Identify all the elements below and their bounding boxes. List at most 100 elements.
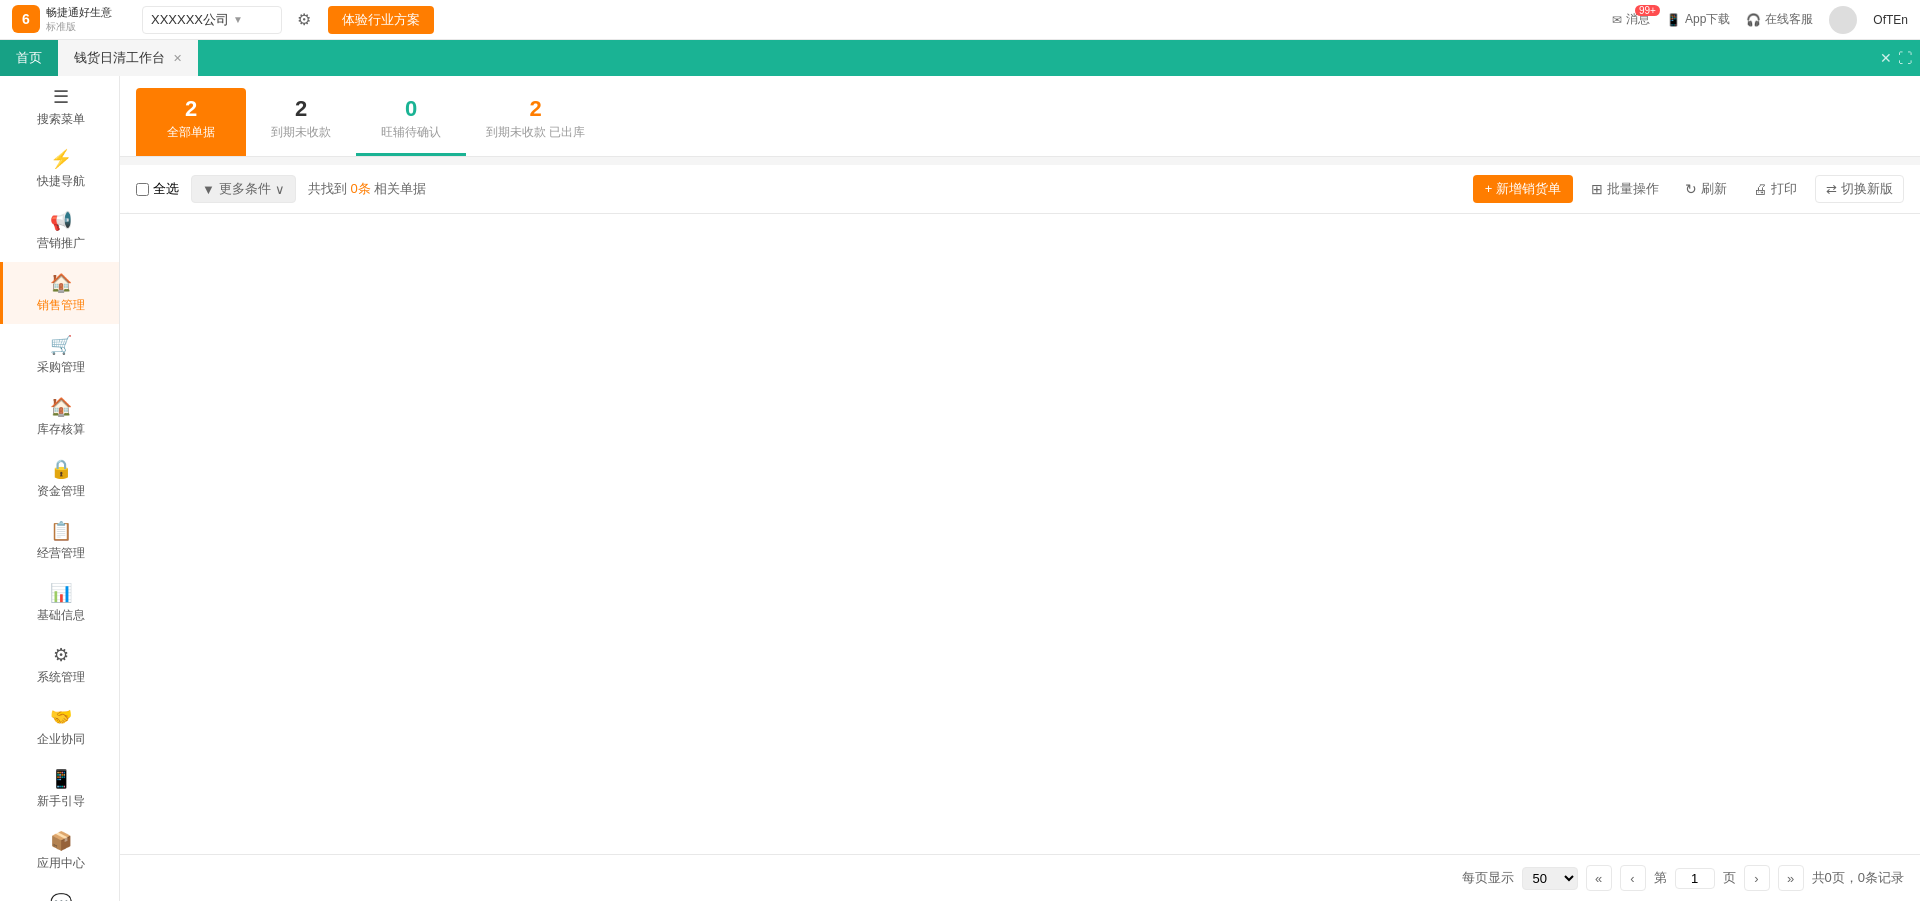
refresh-label: 刷新 (1701, 180, 1727, 198)
last-page-button[interactable]: » (1778, 865, 1804, 891)
sidebar-item-label: 应用中心 (37, 855, 85, 872)
inventory-icon: 🏠 (50, 396, 72, 418)
sidebar-item-operation[interactable]: 📋 经营管理 (0, 510, 119, 572)
sidebar-item-basic[interactable]: 📊 基础信息 (0, 572, 119, 634)
stat-num-all: 2 (156, 96, 226, 122)
page-label: 第 (1654, 869, 1667, 887)
trial-button[interactable]: 体验行业方案 (328, 6, 434, 34)
prev-page-button[interactable]: ‹ (1620, 865, 1646, 891)
select-all-label: 全选 (153, 180, 179, 198)
basic-icon: 📊 (50, 582, 72, 604)
online-service-icon: 🎧 (1746, 13, 1761, 27)
toolbar-right: + 新增销货单 ⊞ 批量操作 ↻ 刷新 🖨 打印 ⇄ 切换新版 (1473, 175, 1904, 203)
avatar[interactable] (1829, 6, 1857, 34)
next-page-button[interactable]: › (1744, 865, 1770, 891)
stat-tab-overdue-shipped[interactable]: 2 到期未收款 已出库 (466, 88, 605, 156)
sidebar-item-app-center[interactable]: 📦 应用中心 (0, 820, 119, 882)
stat-tab-overdue[interactable]: 2 到期未收款 (246, 88, 356, 156)
wechat-icon: 💬 (50, 892, 72, 901)
top-header: 6 畅捷通好生意 标准版 XXXXXX公司 ▼ ⚙ 体验行业方案 ✉ 消息 99… (0, 0, 1920, 40)
operation-icon: 📋 (50, 520, 72, 542)
batch-icon: ⊞ (1591, 181, 1603, 197)
marketing-icon: 📢 (50, 210, 72, 232)
sidebar-item-quick-nav[interactable]: ⚡ 快捷导航 (0, 138, 119, 200)
sidebar-item-label: 快捷导航 (37, 173, 85, 190)
batch-operation-button[interactable]: ⊞ 批量操作 (1583, 176, 1667, 202)
stat-tab-all[interactable]: 2 全部单据 (136, 88, 246, 156)
tab-bar-expand-icon[interactable]: ⛶ (1898, 50, 1912, 66)
sidebar-item-inventory[interactable]: 🏠 库存核算 (0, 386, 119, 448)
stat-label-overdue: 到期未收款 (266, 124, 336, 141)
search-menu-icon: ☰ (53, 86, 69, 108)
filter-button[interactable]: ▼ 更多条件 ∨ (191, 175, 296, 203)
system-icon: ⚙ (53, 644, 69, 666)
select-all-input[interactable] (136, 183, 149, 196)
sidebar-item-label: 营销推广 (37, 235, 85, 252)
sales-icon: 🏠 (50, 272, 72, 294)
tab-workspace[interactable]: 钱货日清工作台 ✕ (58, 40, 198, 76)
page-size-label: 每页显示 (1462, 869, 1514, 887)
sidebar-item-wechat[interactable]: 💬 企业微信 (0, 882, 119, 901)
app-download-button[interactable]: 📱 App下载 (1666, 11, 1730, 28)
sidebar-item-search-menu[interactable]: ☰ 搜索菜单 (0, 76, 119, 138)
sidebar-item-label: 经营管理 (37, 545, 85, 562)
filter-arrow-icon: ∨ (275, 182, 285, 197)
online-service-button[interactable]: 🎧 在线客服 (1746, 11, 1813, 28)
result-text: 共找到 0条 相关单据 (308, 180, 426, 198)
logo-text-block: 畅捷通好生意 标准版 (46, 5, 112, 33)
company-name: XXXXXX公司 (151, 11, 229, 29)
pagination-bar: 每页显示 20 50 100 « ‹ 第 页 › » 共0页，0条记录 (120, 854, 1920, 901)
sidebar-item-label: 采购管理 (37, 359, 85, 376)
page-input[interactable] (1675, 868, 1715, 889)
print-icon: 🖨 (1753, 181, 1767, 197)
sidebar-item-label: 资金管理 (37, 483, 85, 500)
sidebar-item-sales[interactable]: 🏠 销售管理 (0, 262, 119, 324)
result-count: 0条 (351, 181, 371, 196)
sidebar-item-label: 库存核算 (37, 421, 85, 438)
refresh-button[interactable]: ↻ 刷新 (1677, 176, 1735, 202)
total-label: 共0页，0条记录 (1812, 869, 1904, 887)
purchase-icon: 🛒 (50, 334, 72, 356)
company-selector[interactable]: XXXXXX公司 ▼ (142, 6, 282, 34)
sidebar-item-guide[interactable]: 📱 新手引导 (0, 758, 119, 820)
sidebar-item-purchase[interactable]: 🛒 采购管理 (0, 324, 119, 386)
stat-label-overdue-shipped: 到期未收款 已出库 (486, 124, 585, 141)
sidebar-item-cooperation[interactable]: 🤝 企业协同 (0, 696, 119, 758)
message-icon: ✉ (1612, 13, 1622, 27)
page-label-end: 页 (1723, 869, 1736, 887)
message-button[interactable]: ✉ 消息 99+ (1612, 11, 1650, 28)
username-label[interactable]: OfTEn (1873, 13, 1908, 27)
sidebar-item-label: 基础信息 (37, 607, 85, 624)
logo-app-name: 畅捷通好生意 (46, 5, 112, 19)
switch-icon: ⇄ (1826, 182, 1837, 197)
finance-icon: 🔒 (50, 458, 72, 480)
stat-num-overdue-shipped: 2 (486, 96, 585, 122)
filter-icon: ▼ (202, 182, 215, 197)
sidebar-item-system[interactable]: ⚙ 系统管理 (0, 634, 119, 696)
first-page-button[interactable]: « (1586, 865, 1612, 891)
sidebar-item-label: 新手引导 (37, 793, 85, 810)
stat-num-pending: 0 (376, 96, 446, 122)
sidebar-item-finance[interactable]: 🔒 资金管理 (0, 448, 119, 510)
table-area (120, 214, 1920, 854)
page-size-select[interactable]: 20 50 100 (1522, 867, 1578, 890)
stats-tabs: 2 全部单据 2 到期未收款 0 旺辅待确认 2 到期未收款 已出库 (120, 76, 1920, 157)
empty-placeholder (120, 214, 1920, 614)
switch-version-button[interactable]: ⇄ 切换新版 (1815, 175, 1904, 203)
tab-close-button[interactable]: ✕ (173, 52, 182, 65)
logo-icon: 6 (12, 5, 40, 33)
add-sales-order-button[interactable]: + 新增销货单 (1473, 175, 1573, 203)
tab-home[interactable]: 首页 (0, 40, 58, 76)
settings-button[interactable]: ⚙ (290, 6, 318, 34)
select-all-checkbox[interactable]: 全选 (136, 180, 179, 198)
tab-home-label: 首页 (16, 49, 42, 67)
print-button[interactable]: 🖨 打印 (1745, 176, 1805, 202)
content-area: 2 全部单据 2 到期未收款 0 旺辅待确认 2 到期未收款 已出库 全选 (120, 76, 1920, 901)
stat-tab-pending[interactable]: 0 旺辅待确认 (356, 88, 466, 156)
guide-icon: 📱 (50, 768, 72, 790)
sidebar: ☰ 搜索菜单 ⚡ 快捷导航 📢 营销推广 🏠 销售管理 🛒 采购管理 🏠 库存核… (0, 76, 120, 901)
sidebar-item-marketing[interactable]: 📢 营销推广 (0, 200, 119, 262)
tab-bar-close-icon[interactable]: ✕ (1880, 50, 1892, 66)
tab-workspace-label: 钱货日清工作台 (74, 49, 165, 67)
logo-area: 6 畅捷通好生意 标准版 (12, 5, 132, 33)
